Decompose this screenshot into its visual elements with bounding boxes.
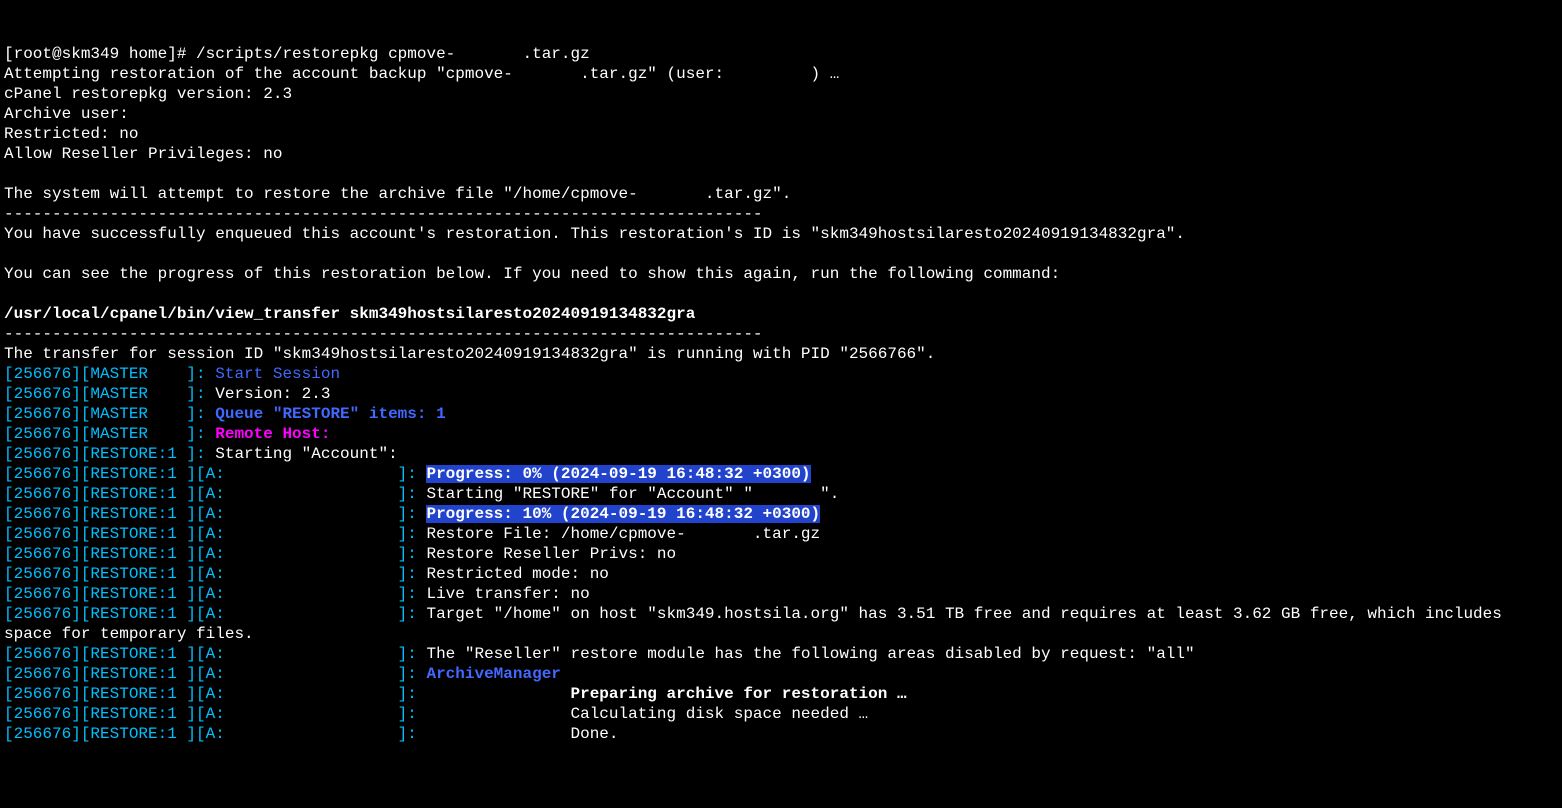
- target-continuation: space for temporary files.: [4, 625, 254, 643]
- divider: ----------------------------------------…: [4, 325, 763, 343]
- log-prefix-restore-a: [256676][RESTORE:1 ][A: ]:: [4, 485, 426, 503]
- queue-label: Queue "RESTORE" items: 1: [215, 405, 445, 423]
- view-transfer-command: /usr/local/cpanel/bin/view_transfer skm3…: [4, 305, 695, 323]
- start-session-label: Start Session: [215, 365, 340, 383]
- reseller-disabled-label: The "Reseller" restore module has the fo…: [426, 645, 1194, 663]
- live-transfer-label: Live transfer: no: [426, 585, 589, 603]
- done-label: Done.: [426, 725, 618, 743]
- restore-file-label: Restore File: /home/cpmove- .tar.gz: [426, 525, 820, 543]
- archive-manager-label: ArchiveManager: [426, 665, 560, 683]
- output-line: cPanel restorepkg version: 2.3: [4, 85, 292, 103]
- command-text: /scripts/restorepkg cpmove- .tar.gz: [196, 45, 590, 63]
- remote-host-label: Remote Host:: [215, 425, 330, 443]
- log-prefix-master: [256676][MASTER ]:: [4, 425, 215, 443]
- output-line: You have successfully enqueued this acco…: [4, 225, 1185, 243]
- starting-restore-label: Starting "RESTORE" for "Account" " ".: [426, 485, 839, 503]
- shell-prompt: [root@skm349 home]#: [4, 45, 196, 63]
- log-prefix-restore-a: [256676][RESTORE:1 ][A: ]:: [4, 705, 426, 723]
- calculating-label: Calculating disk space needed …: [426, 705, 868, 723]
- output-line: The transfer for session ID "skm349hosts…: [4, 345, 935, 363]
- log-prefix-master: [256676][MASTER ]:: [4, 365, 215, 383]
- preparing-label: Preparing archive for restoration …: [426, 685, 906, 703]
- restore-reseller-label: Restore Reseller Privs: no: [426, 545, 676, 563]
- log-prefix-master: [256676][MASTER ]:: [4, 405, 215, 423]
- log-prefix-restore-a: [256676][RESTORE:1 ][A: ]:: [4, 645, 426, 663]
- version-label: Version: 2.3: [215, 385, 330, 403]
- log-prefix-restore-a: [256676][RESTORE:1 ][A: ]:: [4, 505, 426, 523]
- output-line: Restricted: no: [4, 125, 138, 143]
- restricted-mode-label: Restricted mode: no: [426, 565, 608, 583]
- log-prefix-restore-a: [256676][RESTORE:1 ][A: ]:: [4, 605, 426, 623]
- log-prefix-restore-a: [256676][RESTORE:1 ][A: ]:: [4, 585, 426, 603]
- log-prefix-restore-a: [256676][RESTORE:1 ][A: ]:: [4, 665, 426, 683]
- divider: ----------------------------------------…: [4, 205, 763, 223]
- output-line: Attempting restoration of the account ba…: [4, 65, 839, 83]
- output-line: Allow Reseller Privileges: no: [4, 145, 282, 163]
- progress-0-label: Progress: 0% (2024-09-19 16:48:32 +0300): [426, 465, 810, 483]
- log-prefix-master: [256676][MASTER ]:: [4, 385, 215, 403]
- log-prefix-restore-a: [256676][RESTORE:1 ][A: ]:: [4, 725, 426, 743]
- target-label: Target "/home" on host "skm349.hostsila.…: [426, 605, 1511, 623]
- log-prefix-restore-a: [256676][RESTORE:1 ][A: ]:: [4, 525, 426, 543]
- log-prefix-restore-a: [256676][RESTORE:1 ][A: ]:: [4, 565, 426, 583]
- output-line: You can see the progress of this restora…: [4, 265, 1060, 283]
- log-prefix-restore-a: [256676][RESTORE:1 ][A: ]:: [4, 545, 426, 563]
- output-line: The system will attempt to restore the a…: [4, 185, 791, 203]
- progress-10-label: Progress: 10% (2024-09-19 16:48:32 +0300…: [426, 505, 820, 523]
- log-prefix-restore-a: [256676][RESTORE:1 ][A: ]:: [4, 685, 426, 703]
- log-prefix-restore: [256676][RESTORE:1 ]:: [4, 445, 215, 463]
- output-line: Archive user:: [4, 105, 129, 123]
- starting-account-label: Starting "Account":: [215, 445, 397, 463]
- log-prefix-restore-a: [256676][RESTORE:1 ][A: ]:: [4, 465, 426, 483]
- terminal-output: [root@skm349 home]# /scripts/restorepkg …: [4, 44, 1558, 744]
